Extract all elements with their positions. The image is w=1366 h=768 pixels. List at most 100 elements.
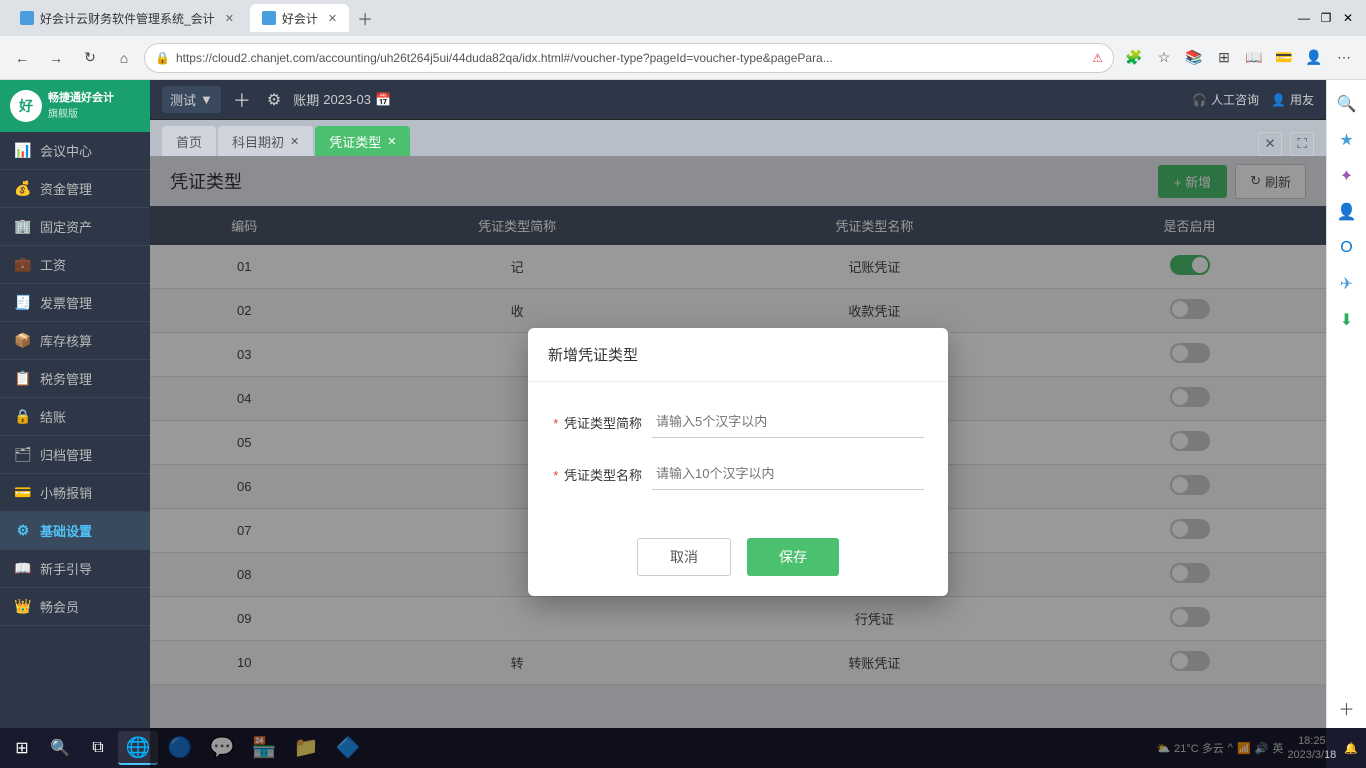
- close-button[interactable]: ✕: [1338, 8, 1358, 28]
- add-sidebar-btn[interactable]: ＋: [1331, 692, 1363, 724]
- workspace-selector[interactable]: 测试 ▼: [162, 86, 221, 113]
- tab-minimize-button[interactable]: ✕: [1258, 132, 1282, 156]
- subject-tab-close[interactable]: ✕: [290, 135, 299, 148]
- short-input[interactable]: [652, 406, 924, 438]
- tab1-close[interactable]: ✕: [225, 12, 234, 25]
- sidebar-label-guide: 新手引导: [40, 559, 92, 578]
- consult-button[interactable]: 🎧 人工咨询: [1192, 91, 1259, 108]
- browser-tab-2[interactable]: 好会计 ✕: [250, 4, 349, 32]
- right-sidebar: 🔍 ★ ✦ 👤 O ✈ ⬇ ＋ ⚙: [1326, 80, 1366, 768]
- sidebar-item-settings[interactable]: ⚙ 基础设置: [0, 512, 150, 550]
- star-icon-btn[interactable]: ★: [1331, 124, 1363, 156]
- app-tab-subject[interactable]: 科目期初 ✕: [218, 126, 313, 156]
- archive-icon: 🗂: [14, 446, 32, 464]
- required-star: *: [553, 416, 558, 431]
- extensions-button[interactable]: 🧩: [1120, 44, 1148, 72]
- sidebar-item-invoice[interactable]: 🧾 发票管理: [0, 284, 150, 322]
- period-label: 账期: [293, 90, 319, 109]
- consult-label: 人工咨询: [1211, 91, 1259, 108]
- back-button[interactable]: ←: [8, 44, 36, 72]
- sidebar-item-member[interactable]: 👑 畅会员: [0, 588, 150, 626]
- home-button[interactable]: ⌂: [110, 44, 138, 72]
- guide-icon: 📖: [14, 560, 32, 578]
- user-label: 用友: [1290, 91, 1314, 108]
- dashboard-icon: 📊: [14, 142, 32, 160]
- sidebar-nav: 📊 会议中心 💰 资金管理 🏢 固定资产 💼 工资 🧾 发票管理 📦 库: [0, 132, 150, 735]
- forward-button[interactable]: →: [42, 44, 70, 72]
- modal-footer: 取消 保存: [528, 526, 948, 596]
- app-tab-voucher-type[interactable]: 凭证类型 ✕: [315, 126, 410, 156]
- outlook-icon-btn[interactable]: O: [1331, 232, 1363, 264]
- download-icon-btn[interactable]: ⬇: [1331, 304, 1363, 336]
- modal-overlay: 新增凭证类型 * 凭证类型简称 *: [150, 156, 1326, 768]
- logo-icon: 好: [10, 90, 42, 122]
- form-row-short: * 凭证类型简称: [552, 406, 924, 438]
- new-tab-button[interactable]: ＋: [353, 6, 377, 30]
- sidebar-label-assets: 资金管理: [40, 179, 92, 198]
- sidebar-header: 好 畅捷通好会计 旗舰版: [0, 80, 150, 132]
- sidebar-item-assets[interactable]: 💰 资金管理: [0, 170, 150, 208]
- period-info: 账期 2023-03 📅: [293, 90, 391, 109]
- search-taskbar-button[interactable]: 🔍: [42, 731, 78, 765]
- tax-icon: 📋: [14, 370, 32, 388]
- favorites-button[interactable]: ☆: [1150, 44, 1178, 72]
- sidebar-label-settings: 基础设置: [40, 521, 92, 540]
- subject-tab-label: 科目期初: [232, 132, 284, 151]
- restore-button[interactable]: ❐: [1316, 8, 1336, 28]
- sidebar-label-invoice: 发票管理: [40, 293, 92, 312]
- sidebar-item-archive[interactable]: 🗂 归档管理: [0, 436, 150, 474]
- logo-main: 畅捷通好会计: [48, 92, 114, 105]
- tab1-favicon: [20, 11, 34, 25]
- browser-wallet[interactable]: 💳: [1270, 44, 1298, 72]
- reader-button[interactable]: 📖: [1240, 44, 1268, 72]
- shield-icon: ⚠: [1092, 51, 1103, 65]
- sidebar-item-tax[interactable]: 📋 税务管理: [0, 360, 150, 398]
- minimize-button[interactable]: —: [1294, 8, 1314, 28]
- notification-button[interactable]: 🔔: [1340, 742, 1362, 755]
- sidebar-item-guide[interactable]: 📖 新手引导: [0, 550, 150, 588]
- expense-icon: 💳: [14, 484, 32, 502]
- user-circle-icon-btn[interactable]: 👤: [1331, 196, 1363, 228]
- sidebar-item-closing[interactable]: 🔒 结账: [0, 398, 150, 436]
- send-icon-btn[interactable]: ✈: [1331, 268, 1363, 300]
- search-icon-btn[interactable]: 🔍: [1331, 88, 1363, 120]
- dropdown-arrow-icon: ▼: [200, 92, 213, 107]
- workspace-name: 测试: [170, 90, 196, 109]
- split-view-button[interactable]: ⊞: [1210, 44, 1238, 72]
- start-button[interactable]: ⊞: [4, 731, 40, 765]
- tab2-close[interactable]: ✕: [328, 12, 337, 25]
- task-view-button[interactable]: ⧉: [80, 731, 116, 765]
- address-bar[interactable]: 🔒 https://cloud2.chanjet.com/accounting/…: [144, 43, 1114, 73]
- name-input[interactable]: [652, 458, 924, 490]
- sidebar-item-payroll[interactable]: 💼 工资: [0, 246, 150, 284]
- add-workspace-button[interactable]: ＋: [229, 87, 255, 113]
- sidebar-item-expense[interactable]: 💳 小畅报销: [0, 474, 150, 512]
- logo-sub: 旗舰版: [48, 105, 114, 120]
- period-value: 2023-03: [323, 92, 371, 107]
- cancel-button[interactable]: 取消: [637, 538, 731, 576]
- voucher-type-tab-label: 凭证类型: [329, 132, 381, 151]
- sidebar-label-payroll: 工资: [40, 255, 66, 274]
- reload-button[interactable]: ↻: [76, 44, 104, 72]
- voucher-type-tab-close[interactable]: ✕: [387, 135, 396, 148]
- closing-icon: 🔒: [14, 408, 32, 426]
- sidebar-label-fixed-assets: 固定资产: [40, 217, 92, 236]
- name-label-text: 凭证类型名称: [564, 468, 642, 483]
- workspace-settings-button[interactable]: ⚙: [263, 90, 285, 110]
- collections-button[interactable]: 📚: [1180, 44, 1208, 72]
- required-star-2: *: [553, 468, 558, 483]
- more-button[interactable]: ⋯: [1330, 44, 1358, 72]
- app-tab-home[interactable]: 首页: [162, 126, 216, 156]
- sidebar-item-dashboard[interactable]: 📊 会议中心: [0, 132, 150, 170]
- browser-user[interactable]: 👤: [1300, 44, 1328, 72]
- member-icon: 👑: [14, 598, 32, 616]
- user-avatar-icon: 👤: [1271, 93, 1286, 107]
- sidebar-item-inventory[interactable]: 📦 库存核算: [0, 322, 150, 360]
- browser-tab-1[interactable]: 好会计云财务软件管理系统_会计 ✕: [8, 4, 246, 32]
- user-button[interactable]: 👤 用友: [1271, 91, 1314, 108]
- assets-icon: 💰: [14, 180, 32, 198]
- ai-icon-btn[interactable]: ✦: [1331, 160, 1363, 192]
- save-button[interactable]: 保存: [747, 538, 839, 576]
- tab-expand-button[interactable]: ⛶: [1290, 132, 1314, 156]
- sidebar-item-fixed-assets[interactable]: 🏢 固定资产: [0, 208, 150, 246]
